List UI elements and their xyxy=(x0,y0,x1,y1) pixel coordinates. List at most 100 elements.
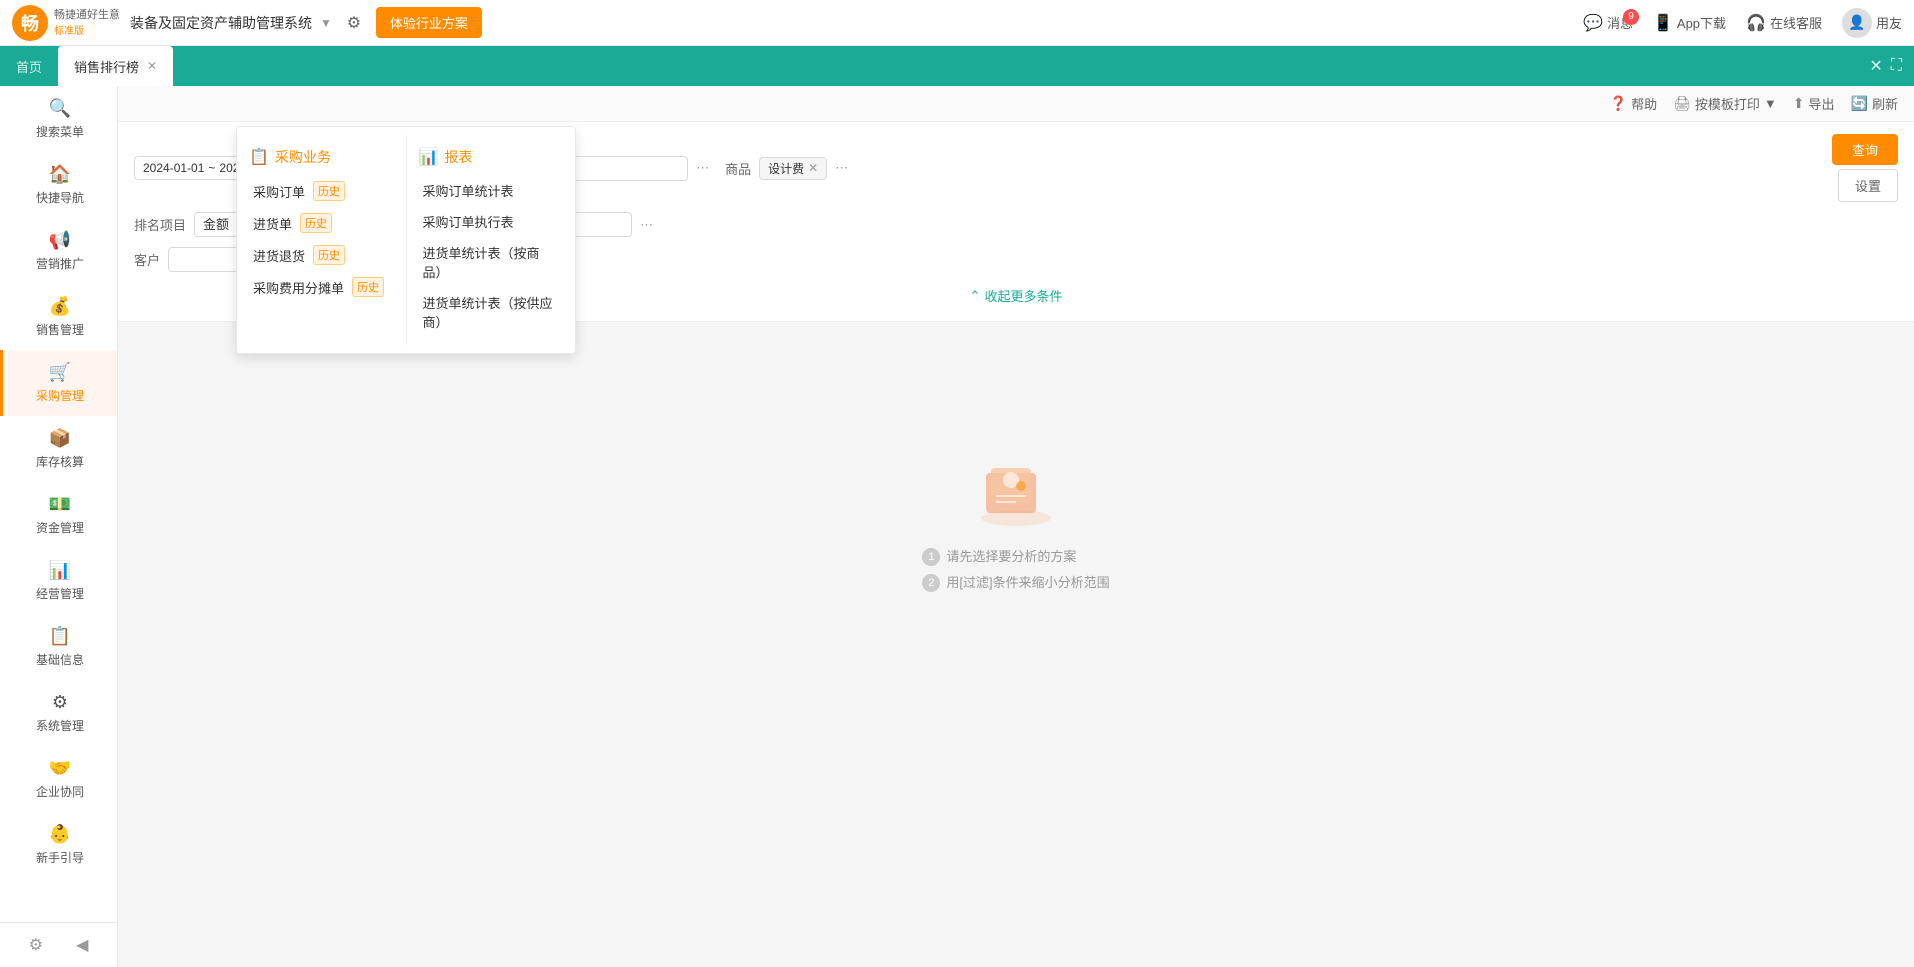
app-download-button[interactable]: 📱 App下载 xyxy=(1653,13,1726,33)
sidebar-item-quick-nav[interactable]: 🏠 快捷导航 xyxy=(0,152,117,218)
purchase-return-label: 进货退货 xyxy=(253,246,305,265)
purchase-return-history-tag[interactable]: 历史 xyxy=(313,245,345,265)
tab-home-label: 首页 xyxy=(16,57,42,76)
empty-step1: 1 请先选择要分析的方案 xyxy=(922,544,1109,570)
goods-tag[interactable]: 设计费 ✕ xyxy=(759,157,827,180)
sidebar-item-search-label: 搜索菜单 xyxy=(36,123,84,140)
messages-button[interactable]: 💬 消息 9 xyxy=(1583,13,1633,33)
operations-icon: 📊 xyxy=(49,560,71,581)
enterprise-icon: 🤝 xyxy=(49,758,71,779)
dropdown-item-purchase-return[interactable]: 进货退货 历史 xyxy=(249,239,394,271)
logo-text: 畅捷通好生意 标准版 xyxy=(54,8,120,37)
export-button[interactable]: ⬆ 导出 xyxy=(1793,94,1835,113)
sidebar-item-enterprise-label: 企业协同 xyxy=(36,783,84,800)
sidebar-item-funds[interactable]: 💵 资金管理 xyxy=(0,482,117,548)
dropdown-report-title-text: 报表 xyxy=(444,147,472,167)
system-title: 装备及固定资产辅助管理系统 xyxy=(130,13,312,33)
avatar: 👤 xyxy=(1842,8,1872,38)
customer-label: 客户 xyxy=(134,250,160,269)
dropdown-item-purchase-order-stat[interactable]: 采购订单统计表 xyxy=(419,175,564,206)
sidebar-settings-btn[interactable]: ⚙ xyxy=(29,935,43,955)
user-button[interactable]: 👤 用友 xyxy=(1842,8,1902,38)
sidebar-item-marketing[interactable]: 📢 营销推广 xyxy=(0,218,117,284)
sidebar-item-enterprise[interactable]: 🤝 企业协同 xyxy=(0,746,117,812)
help-button[interactable]: ❓ 帮助 xyxy=(1610,94,1657,113)
industry-btn[interactable]: 体验行业方案 xyxy=(376,7,482,38)
dropdown-purchase-title-text: 采购业务 xyxy=(275,147,331,167)
phone-icon: 📱 xyxy=(1653,13,1673,33)
newbie-icon: 👶 xyxy=(49,824,71,845)
query-button[interactable]: 查询 xyxy=(1832,134,1898,165)
logo-icon: 畅 xyxy=(12,5,48,41)
content-area: ❓ 帮助 🖨 按模板打印 ▼ ⬆ 导出 🔄 刷新 xyxy=(118,86,1914,967)
sidebar-collapse-btn[interactable]: ◀ xyxy=(76,935,88,955)
tab-close-all-icon[interactable]: ✕ xyxy=(1869,56,1882,76)
sidebar-item-quick-nav-label: 快捷导航 xyxy=(36,189,84,206)
salesperson-more-icon[interactable]: ⋯ xyxy=(640,217,653,233)
sidebar-item-purchase[interactable]: 🛒 采购管理 xyxy=(0,350,117,416)
set-button[interactable]: 设置 xyxy=(1838,169,1898,202)
dropdown-item-purchase-order[interactable]: 采购订单 历史 xyxy=(249,175,394,207)
help-icon: ❓ xyxy=(1610,95,1627,112)
sidebar-item-search[interactable]: 🔍 搜索菜单 xyxy=(0,86,117,152)
online-service-label: 在线客服 xyxy=(1770,13,1822,32)
purchase-order-label: 采购订单 xyxy=(253,182,305,201)
purchase-order-history-tag[interactable]: 历史 xyxy=(313,181,345,201)
sidebar-item-funds-label: 资金管理 xyxy=(36,519,84,536)
sidebar-item-marketing-label: 营销推广 xyxy=(36,255,84,272)
empty-step2: 2 用[过滤]条件来缩小分析范围 xyxy=(922,570,1109,596)
filter-goods: 商品 设计费 ✕ ⋯ xyxy=(725,157,848,180)
purchase-section-icon: 📋 xyxy=(249,147,269,167)
top-header: 畅 畅捷通好生意 标准版 装备及固定资产辅助管理系统 ▼ ⚙ 体验行业方案 💬 … xyxy=(0,0,1914,46)
purchase-expense-history-tag[interactable]: 历史 xyxy=(352,277,384,297)
print-label: 按模板打印 xyxy=(1695,94,1760,113)
step1-num: 1 xyxy=(922,548,940,566)
inventory-icon: 📦 xyxy=(49,428,71,449)
inbound-by-goods-label: 进货单统计表（按商品） xyxy=(423,243,560,281)
print-dropdown-icon[interactable]: ▼ xyxy=(1764,96,1777,111)
settings-button[interactable]: ⚙ xyxy=(340,9,368,37)
refresh-button[interactable]: 🔄 刷新 xyxy=(1851,94,1898,113)
tab-home[interactable]: 首页 xyxy=(0,46,58,86)
sidebar: 🔍 搜索菜单 🏠 快捷导航 📢 营销推广 💰 销售管理 🛒 采购管理 📦 库存核… xyxy=(0,86,118,967)
dropdown-report-title: 📊 报表 xyxy=(419,143,564,175)
sidebar-item-newbie[interactable]: 👶 新手引导 xyxy=(0,812,117,878)
doc-status-more-icon[interactable]: ⋯ xyxy=(696,160,709,176)
print-button[interactable]: 🖨 按模板打印 ▼ xyxy=(1673,94,1777,113)
tab-close-icon[interactable]: ✕ xyxy=(147,59,157,73)
purchase-in-history-tag[interactable]: 历史 xyxy=(300,213,332,233)
online-service-button[interactable]: 🎧 在线客服 xyxy=(1746,13,1822,33)
sidebar-item-sales[interactable]: 💰 销售管理 xyxy=(0,284,117,350)
system-icon: ⚙ xyxy=(52,692,68,713)
dropdown-item-purchase-expense[interactable]: 采购费用分摊单 历史 xyxy=(249,271,394,303)
system-title-area: 装备及固定资产辅助管理系统 ▼ ⚙ 体验行业方案 xyxy=(130,7,1583,38)
tab-expand-icon[interactable]: ⛶ xyxy=(1891,57,1902,75)
sidebar-item-system[interactable]: ⚙ 系统管理 xyxy=(0,680,117,746)
app-download-label: App下载 xyxy=(1677,13,1726,32)
system-title-dropdown-icon[interactable]: ▼ xyxy=(320,16,332,30)
refresh-icon: 🔄 xyxy=(1851,95,1868,112)
dropdown-item-inbound-by-supplier[interactable]: 进货单统计表（按供应商） xyxy=(419,287,564,337)
dropdown-item-purchase-order-exec[interactable]: 采购订单执行表 xyxy=(419,206,564,237)
report-section-icon: 📊 xyxy=(419,147,439,167)
purchase-order-stat-label: 采购订单统计表 xyxy=(423,181,514,200)
home-icon: 🏠 xyxy=(49,164,71,185)
messages-badge: 9 xyxy=(1623,9,1639,25)
empty-step1-text: 请先选择要分析的方案 xyxy=(946,544,1076,570)
sidebar-item-operations[interactable]: 📊 经营管理 xyxy=(0,548,117,614)
purchase-icon: 🛒 xyxy=(49,362,71,383)
collapse-filter-label: 收起更多条件 xyxy=(984,286,1062,305)
goods-tag-close-icon[interactable]: ✕ xyxy=(808,161,818,175)
tab-sales-rank[interactable]: 销售排行榜 ✕ xyxy=(58,46,173,86)
purchase-expense-label: 采购费用分摊单 xyxy=(253,278,344,297)
sidebar-item-inventory[interactable]: 📦 库存核算 xyxy=(0,416,117,482)
sidebar-item-purchase-label: 采购管理 xyxy=(36,387,84,404)
message-icon: 💬 xyxy=(1583,13,1603,33)
search-icon: 🔍 xyxy=(49,98,71,119)
dropdown-item-purchase-in[interactable]: 进货单 历史 xyxy=(249,207,394,239)
dropdown-item-inbound-by-goods[interactable]: 进货单统计表（按商品） xyxy=(419,237,564,287)
sidebar-item-inventory-label: 库存核算 xyxy=(36,453,84,470)
headset-icon: 🎧 xyxy=(1746,13,1766,33)
sidebar-item-basic-info[interactable]: 📋 基础信息 xyxy=(0,614,117,680)
goods-more-icon[interactable]: ⋯ xyxy=(835,160,848,176)
